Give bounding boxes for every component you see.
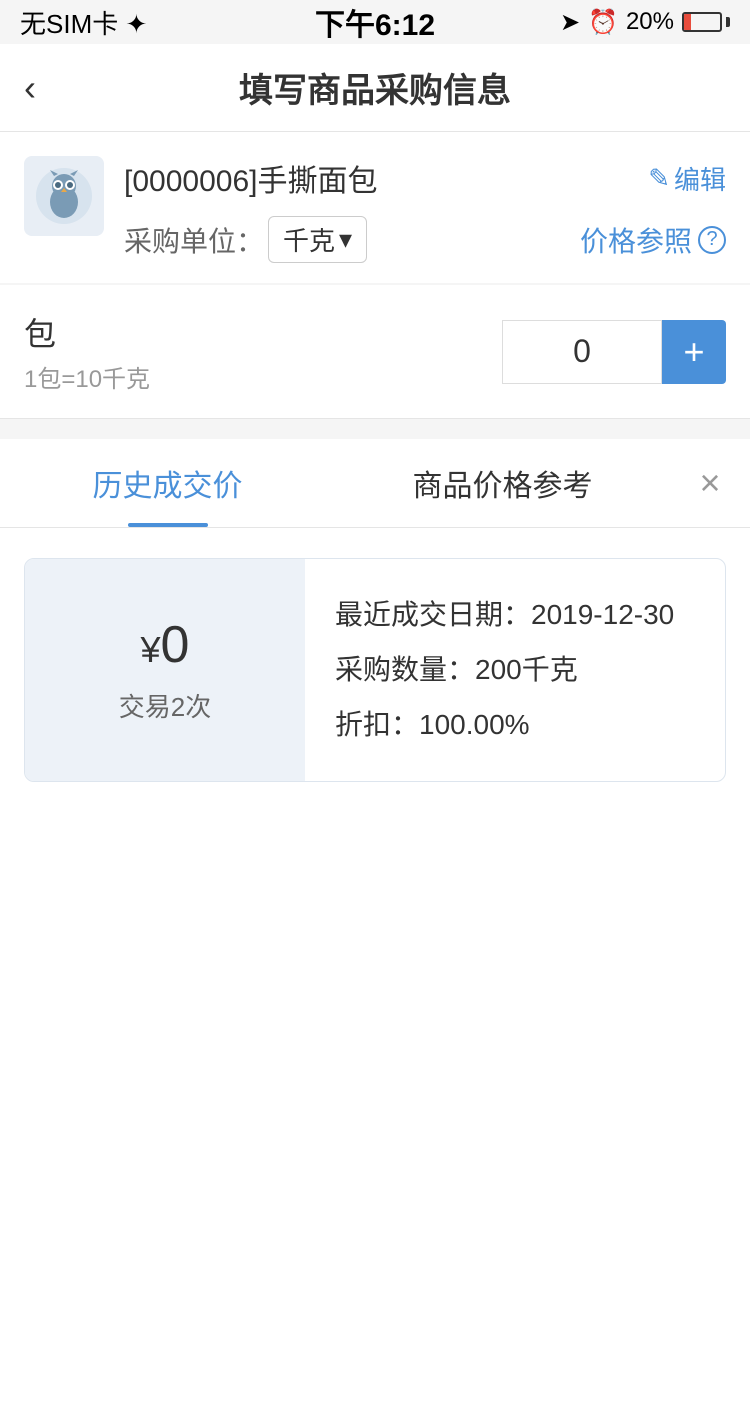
- status-time: 下午6:12: [315, 0, 435, 44]
- owl-logo-icon: [34, 166, 94, 226]
- unit-value: 千克: [283, 221, 335, 258]
- page-title: 填写商品采购信息: [239, 63, 511, 112]
- edit-icon: ✎: [648, 163, 670, 194]
- quantity-controls: 0 +: [502, 320, 726, 384]
- carrier-text: 无SIM卡 ✦: [20, 4, 147, 41]
- product-card: [0000006]手撕面包 ✎ 编辑 采购单位： 千克 ▾ 价格参照 ?: [0, 132, 750, 283]
- status-left: 无SIM卡 ✦: [20, 4, 147, 41]
- battery-fill: [684, 14, 691, 30]
- tab-bar: 历史成交价 商品价格参考 ×: [0, 439, 750, 528]
- status-right: ➤ ⏰ 20%: [560, 8, 730, 37]
- recent-date-row: 最近成交日期：2019-12-30: [335, 595, 695, 634]
- alarm-icon: ⏰: [588, 8, 618, 37]
- quantity-input[interactable]: 0: [502, 320, 662, 384]
- recent-date-label: 最近成交日期：: [335, 599, 531, 630]
- product-info: [0000006]手撕面包 ✎ 编辑 采购单位： 千克 ▾ 价格参照 ?: [124, 156, 726, 263]
- tab-active-underline: [128, 523, 208, 527]
- currency-symbol: ¥: [141, 629, 161, 670]
- product-header: [0000006]手撕面包 ✎ 编辑: [124, 156, 726, 200]
- battery-tip: [726, 17, 730, 27]
- product-thumbnail: [24, 156, 104, 236]
- unit-dropdown[interactable]: 千克 ▾: [268, 216, 367, 263]
- trade-count: 交易2次: [119, 687, 211, 724]
- edit-label: 编辑: [674, 160, 726, 197]
- location-icon: ➤: [560, 8, 580, 37]
- status-bar: 无SIM卡 ✦ 下午6:12 ➤ ⏰ 20%: [0, 0, 750, 44]
- price-ref-button[interactable]: 价格参照 ?: [580, 220, 726, 260]
- content-area: ¥0 交易2次 最近成交日期：2019-12-30 采购数量：200千克 折扣：…: [0, 528, 750, 812]
- battery-icon: [682, 12, 730, 32]
- dropdown-arrow-icon: ▾: [339, 224, 352, 255]
- recent-date-value: 2019-12-30: [531, 599, 674, 630]
- purchase-qty-row: 采购数量：200千克: [335, 650, 695, 689]
- purchase-unit-label: 采购单位：: [124, 220, 264, 260]
- battery-body: [682, 12, 722, 32]
- bottom-area: [0, 812, 750, 1412]
- unit-row: 采购单位： 千克 ▾ 价格参照 ?: [124, 216, 726, 263]
- price-ref-label: 价格参照: [580, 220, 692, 260]
- quantity-section: 包 1包=10千克 0 +: [0, 285, 750, 419]
- quantity-unit-hint: 1包=10千克: [24, 359, 502, 394]
- quantity-label-group: 包 1包=10千克: [24, 309, 502, 394]
- tab-close-button[interactable]: ×: [670, 439, 750, 527]
- price-amount: 0: [161, 616, 190, 674]
- discount-value: 100.00%: [419, 709, 530, 740]
- quantity-unit-name: 包: [24, 309, 502, 355]
- tab-product-price-ref[interactable]: 商品价格参考: [335, 439, 670, 527]
- price-card-right: 最近成交日期：2019-12-30 采购数量：200千克 折扣：100.00%: [305, 559, 725, 781]
- purchase-qty-label: 采购数量：: [335, 654, 475, 685]
- nav-bar: ‹ 填写商品采购信息: [0, 44, 750, 132]
- price-card-left: ¥0 交易2次: [25, 559, 305, 781]
- product-row: [0000006]手撕面包 ✎ 编辑 采购单位： 千克 ▾ 价格参照 ?: [24, 156, 726, 263]
- price-ref-question-icon: ?: [698, 226, 726, 254]
- price-display: ¥0: [141, 615, 190, 675]
- purchase-qty-value: 200千克: [475, 654, 578, 685]
- battery-text: 20%: [626, 8, 674, 36]
- discount-label: 折扣：: [335, 709, 419, 740]
- quantity-plus-button[interactable]: +: [662, 320, 726, 384]
- back-button[interactable]: ‹: [24, 67, 36, 109]
- tab-history-price[interactable]: 历史成交价: [0, 439, 335, 527]
- discount-row: 折扣：100.00%: [335, 705, 695, 744]
- unit-select-group: 采购单位： 千克 ▾: [124, 216, 367, 263]
- product-name: [0000006]手撕面包: [124, 156, 377, 200]
- tab-history-price-label: 历史成交价: [93, 461, 243, 505]
- price-card: ¥0 交易2次 最近成交日期：2019-12-30 采购数量：200千克 折扣：…: [24, 558, 726, 782]
- edit-button[interactable]: ✎ 编辑: [648, 160, 726, 197]
- tab-product-price-ref-label: 商品价格参考: [413, 461, 593, 505]
